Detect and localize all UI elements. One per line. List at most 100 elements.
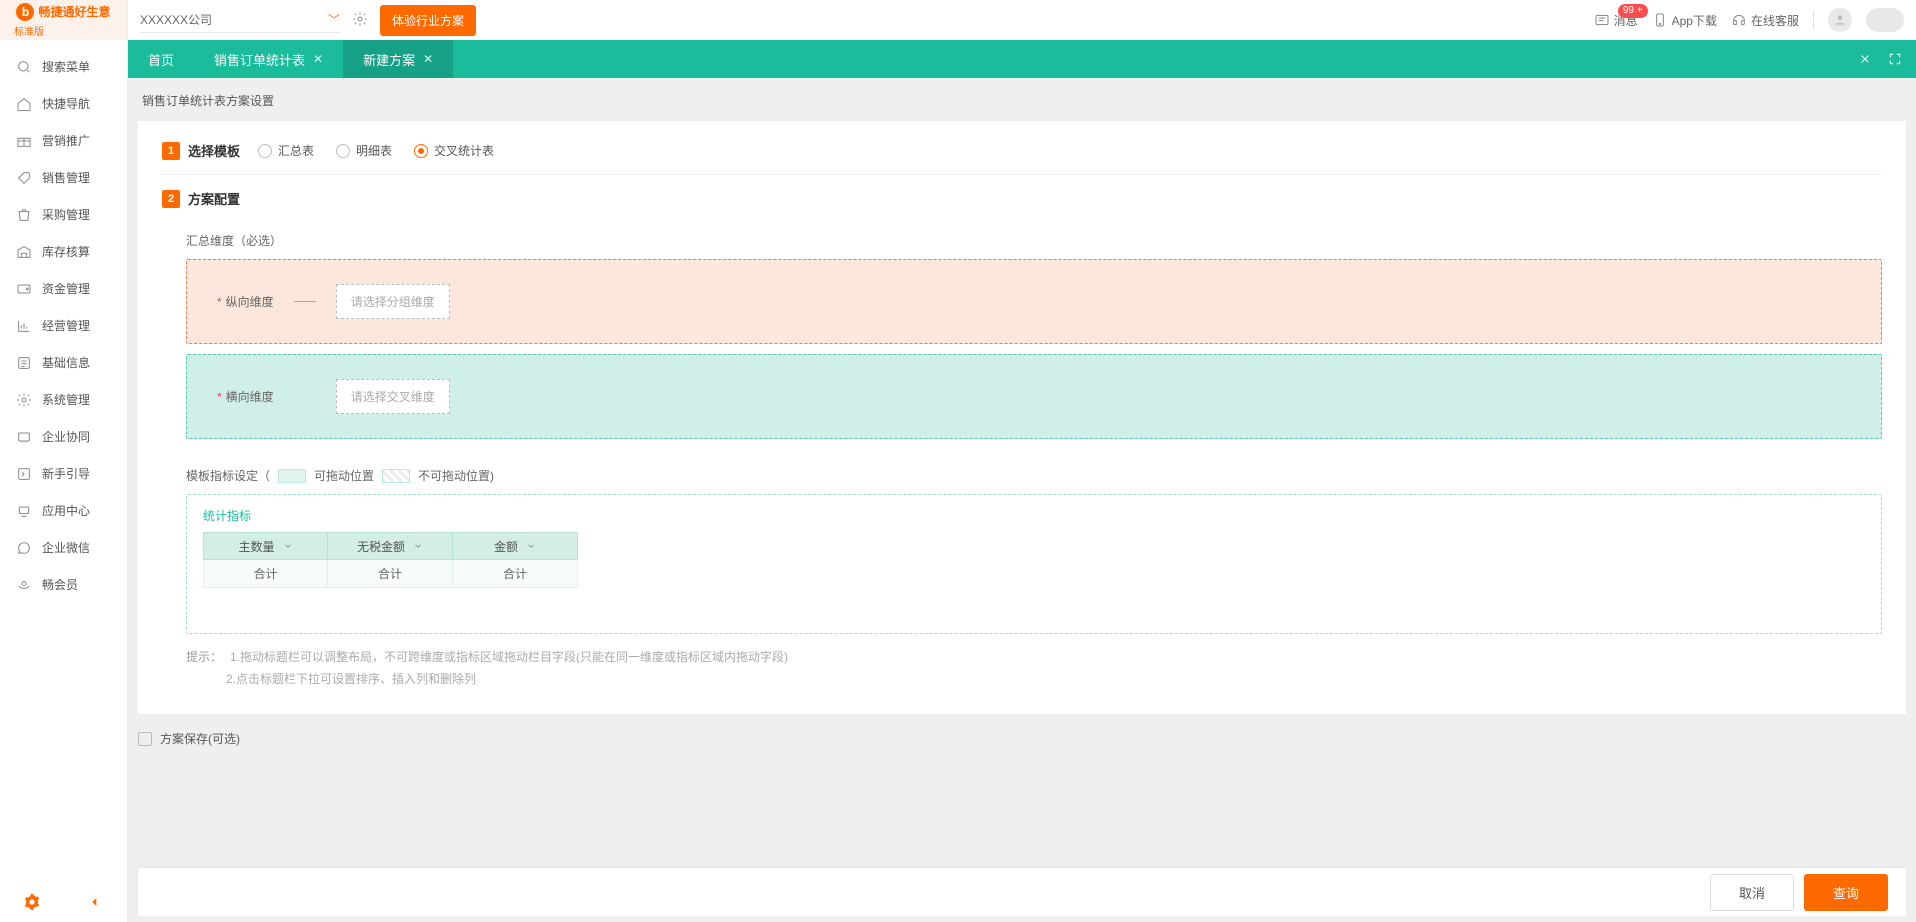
config-panel: 1 选择模板 汇总表 明细表 交叉统计表 2 方案配置 汇总维度（必选） [138,121,1906,714]
menu-purchase[interactable]: 采购管理 [0,196,127,233]
user-menu[interactable] [1866,8,1904,32]
menu-label: 销售管理 [42,169,90,186]
gift-icon [16,133,32,149]
menu-label: 营销推广 [42,132,90,149]
step-num: 2 [162,190,180,208]
radio-label: 汇总表 [278,142,314,159]
chevron-down-icon [526,541,536,551]
menu-sales[interactable]: 销售管理 [0,159,127,196]
header-right: 消息 99 + App下载 在线客服 [1594,8,1904,32]
menu-label: 系统管理 [42,391,90,408]
menu-guide[interactable]: 新手引导 [0,455,127,492]
footer: 取消 查询 [138,868,1906,916]
indicator-head-qty[interactable]: 主数量 [203,532,328,560]
cancel-button[interactable]: 取消 [1710,874,1794,911]
support-label: 在线客服 [1751,12,1799,29]
step-title: 方案配置 [188,189,240,208]
save-checkbox[interactable] [138,732,152,746]
legend-draggable: 可拖动位置 [314,467,374,484]
menu-label: 经营管理 [42,317,90,334]
menu-member[interactable]: 畅会员 [0,566,127,603]
close-icon[interactable]: ✕ [423,52,433,66]
wallet-icon [16,281,32,297]
draggable-swatch-icon [278,469,306,483]
close-all-icon[interactable] [1854,48,1876,70]
menu-label: 应用中心 [42,502,90,519]
trial-button[interactable]: 体验行业方案 [380,5,476,36]
vertical-dimension-input[interactable]: 请选择分组维度 [336,284,450,319]
header: ﹀ 体验行业方案 消息 99 + App下载 在线客服 [128,0,1916,40]
tab-new-plan[interactable]: 新建方案✕ [343,40,453,78]
horizontal-dimension-label: *横向维度 [217,388,274,405]
connector-line [294,301,316,302]
radio-icon [258,144,272,158]
indicator-col: 无税金额 合计 [328,532,453,588]
menu-collab[interactable]: 企业协同 [0,418,127,455]
hint-line-2: 2.点击标题栏下拉可设置排序、插入列和删除列 [226,672,476,686]
book-icon [16,466,32,482]
tab-label: 首页 [148,50,174,69]
logo-subtitle: 标准版 [14,23,44,38]
home-icon [16,96,32,112]
company-settings-icon[interactable] [352,11,368,30]
company-input[interactable] [140,13,322,27]
settings-toggle[interactable] [0,882,64,922]
tag-icon [16,170,32,186]
chart-icon [16,318,32,334]
collapse-toggle[interactable] [64,882,128,922]
company-select[interactable]: ﹀ [140,7,340,33]
menu-label: 新手引导 [42,465,90,482]
step-2: 2 方案配置 [162,179,1882,218]
tab-sales-order-stats[interactable]: 销售订单统计表 ✕ [194,40,343,78]
menu-system[interactable]: 系统管理 [0,381,127,418]
messages-badge: 99 + [1618,4,1648,18]
step-title: 选择模板 [188,141,240,160]
menu-label: 基础信息 [42,354,90,371]
menu-funds[interactable]: 资金管理 [0,270,127,307]
indicator-table: 主数量 合计 无税金额 合计 金额 合计 [203,532,1865,588]
step-1: 1 选择模板 汇总表 明细表 交叉统计表 [162,131,1882,170]
menu-label: 企业微信 [42,539,90,556]
chevron-down-icon: ﹀ [328,11,340,28]
indicator-title: 统计指标 [203,507,1865,524]
app-download-link[interactable]: App下载 [1652,12,1717,29]
radio-detail[interactable]: 明细表 [336,142,392,159]
menu-label: 采购管理 [42,206,90,223]
radio-icon [414,144,428,158]
app-download-label: App下载 [1672,12,1717,29]
menu-operation[interactable]: 经营管理 [0,307,127,344]
menu: 搜索菜单 快捷导航 营销推广 销售管理 采购管理 库存核算 资金管理 经营管理 … [0,40,127,882]
indicator-head-amount[interactable]: 金额 [453,532,578,560]
menu-marketing[interactable]: 营销推广 [0,122,127,159]
indicator-legend: 模板指标设定（ 可拖动位置 不可拖动位置) [186,449,1882,494]
menu-label: 搜索菜单 [42,58,90,75]
close-icon[interactable]: ✕ [313,52,323,66]
query-button[interactable]: 查询 [1804,874,1888,911]
menu-search[interactable]: 搜索菜单 [0,48,127,85]
menu-wechat[interactable]: 企业微信 [0,529,127,566]
menu-apps[interactable]: 应用中心 [0,492,127,529]
chevron-down-icon [413,541,423,551]
horizontal-dimension-input[interactable]: 请选择交叉维度 [336,379,450,414]
fullscreen-icon[interactable] [1884,48,1906,70]
link-icon [16,429,32,445]
tab-home[interactable]: 首页 [128,40,194,78]
menu-inventory[interactable]: 库存核算 [0,233,127,270]
menu-basic[interactable]: 基础信息 [0,344,127,381]
sidebar: b 畅捷通好生意 标准版 搜索菜单 快捷导航 营销推广 销售管理 采购管理 库存… [0,0,128,922]
indicator-head-notax[interactable]: 无税金额 [328,532,453,560]
avatar-icon[interactable] [1828,8,1852,32]
tab-label: 销售订单统计表 [214,50,305,69]
messages-link[interactable]: 消息 99 + [1594,12,1638,29]
vertical-dimension-box: *纵向维度 请选择分组维度 [186,259,1882,344]
radio-summary[interactable]: 汇总表 [258,142,314,159]
hints-label: 提示： [186,650,222,664]
support-link[interactable]: 在线客服 [1731,12,1799,29]
indicator-panel: 统计指标 主数量 合计 无税金额 合计 金额 [186,494,1882,634]
menu-label: 库存核算 [42,243,90,260]
warehouse-icon [16,244,32,260]
radio-cross[interactable]: 交叉统计表 [414,142,494,159]
menu-quicknav[interactable]: 快捷导航 [0,85,127,122]
logo-brand: 畅捷通好生意 [38,3,110,20]
template-radio-group: 汇总表 明细表 交叉统计表 [258,142,494,159]
